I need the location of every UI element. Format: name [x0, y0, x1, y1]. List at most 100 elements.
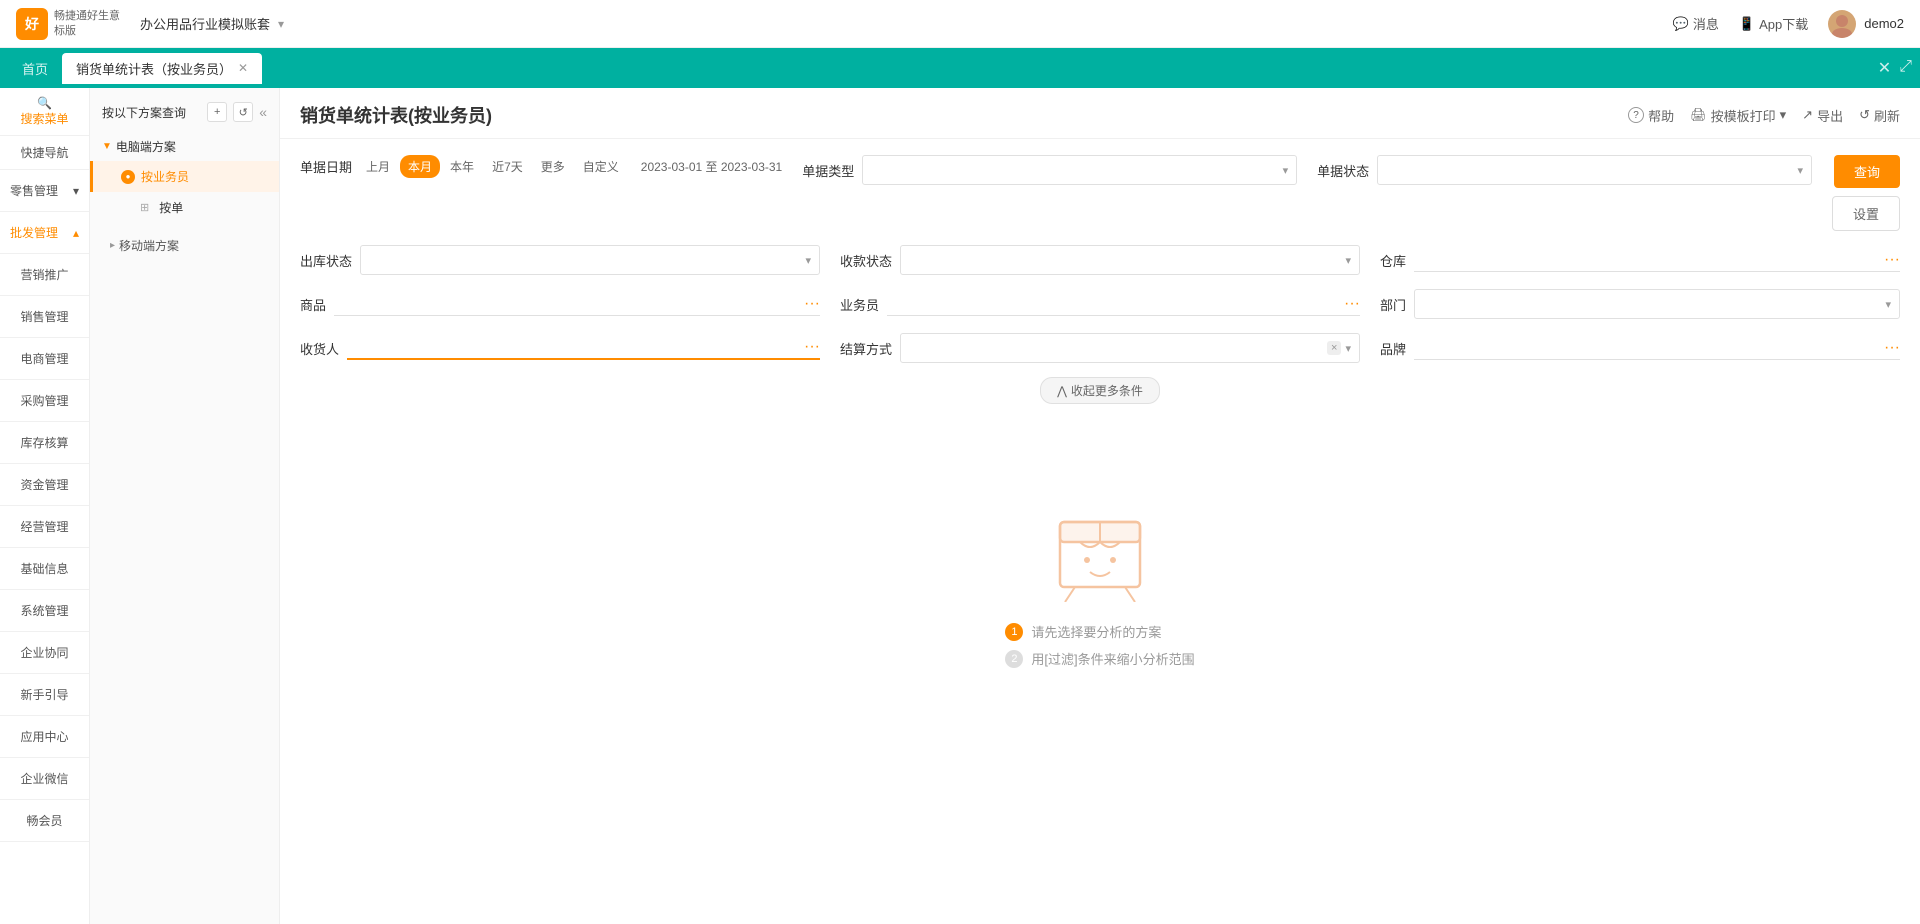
nav-left: 好 畅捷通好生意 标版 办公用品行业模拟账套 ▾ — [16, 8, 284, 40]
sidebar-item-operations[interactable]: 经营管理 — [0, 506, 89, 547]
collect-status-filter: 收款状态 ▾ — [840, 245, 1360, 275]
doc-type-filter: 单据类型 ▾ — [802, 155, 1297, 185]
section-expand-icon: ▼ — [102, 141, 112, 152]
doc-status-label: 单据状态 — [1317, 161, 1369, 180]
date-btn-custom[interactable]: 自定义 — [575, 155, 627, 178]
sidebar-item-ecommerce[interactable]: 电商管理 — [0, 338, 89, 379]
salesperson-input[interactable]: ··· — [887, 293, 1360, 316]
sidebar-item-newbie[interactable]: 新手引导 — [0, 674, 89, 715]
date-btn-this-month[interactable]: 本月 — [400, 155, 440, 178]
doc-type-select[interactable]: ▾ — [862, 155, 1297, 185]
sidebar-section-sales: 销售管理 — [0, 296, 89, 338]
date-range-display: 2023-03-01 至 2023-03-31 — [641, 158, 782, 175]
empty-hints: 1 请先选择要分析的方案 2 用[过滤]条件来缩小分析范围 — [1005, 622, 1194, 668]
refresh-button[interactable]: ↺ 刷新 — [1859, 106, 1900, 125]
sidebar-item-inventory[interactable]: 库存核算 — [0, 422, 89, 463]
sidebar-section-enterprise: 企业协同 — [0, 632, 89, 674]
panel-item-by-order[interactable]: ⊞ 按单 — [90, 192, 279, 223]
dept-chevron: ▾ — [1885, 298, 1891, 311]
doc-status-select[interactable]: ▾ — [1377, 155, 1812, 185]
page-title: 销货单统计表(按业务员) — [300, 102, 492, 128]
nav-dropdown[interactable]: ▾ — [278, 17, 284, 31]
date-btn-last-month[interactable]: 上月 — [358, 155, 398, 178]
empty-state: 1 请先选择要分析的方案 2 用[过滤]条件来缩小分析范围 — [280, 432, 1920, 728]
sidebar-section-newbie: 新手引导 — [0, 674, 89, 716]
date-btn-this-year[interactable]: 本年 — [442, 155, 482, 178]
query-button[interactable]: 查询 — [1834, 155, 1900, 188]
out-status-filter: 出库状态 ▾ — [300, 245, 820, 275]
sidebar-section-finance: 资金管理 — [0, 464, 89, 506]
tab-home[interactable]: 首页 — [8, 53, 62, 84]
page-header: 销货单统计表(按业务员) ? 帮助 🖨 按模板打印 ▾ ↗ 导出 ↺ 刷新 — [280, 88, 1920, 139]
sidebar-section-purchase: 采购管理 — [0, 380, 89, 422]
sidebar-section-wholesale: 批发管理 ▴ — [0, 212, 89, 254]
help-button[interactable]: ? 帮助 — [1628, 106, 1674, 125]
panel-refresh-button[interactable]: ↺ — [233, 102, 253, 122]
sidebar-item-vip[interactable]: 畅会员 — [0, 800, 89, 841]
section-collapse-icon: ▸ — [110, 240, 115, 251]
settle-select[interactable]: × ▾ — [900, 333, 1360, 363]
panel-add-button[interactable]: + — [207, 102, 227, 122]
tab-sales-stat[interactable]: 销货单统计表（按业务员） ✕ — [62, 53, 262, 84]
chevron-down-icon: ▾ — [73, 184, 79, 198]
sidebar: 🔍 搜索菜单 快捷导航 零售管理 ▾ 批发管理 ▴ 营销推广 销售管理 — [0, 88, 90, 924]
search-icon: 🔍 — [6, 96, 83, 110]
sidebar-item-basic[interactable]: 基础信息 — [0, 548, 89, 589]
sidebar-item-system[interactable]: 系统管理 — [0, 590, 89, 631]
collect-status-select[interactable]: ▾ — [900, 245, 1360, 275]
step1-icon: 1 — [1005, 623, 1023, 641]
sidebar-section-system: 系统管理 — [0, 590, 89, 632]
settle-filter: 结算方式 × ▾ — [840, 333, 1360, 363]
date-btn-more[interactable]: 更多 — [533, 155, 573, 178]
dept-select[interactable]: ▾ — [1414, 289, 1900, 319]
sidebar-item-retail[interactable]: 零售管理 ▾ — [0, 170, 89, 211]
sidebar-item-marketing[interactable]: 营销推广 — [0, 254, 89, 295]
collect-status-label: 收款状态 — [840, 251, 892, 270]
sidebar-item-wholesale[interactable]: 批发管理 ▴ — [0, 212, 89, 253]
sidebar-item-apps[interactable]: 应用中心 — [0, 716, 89, 757]
panel-collapse-button[interactable]: « — [259, 104, 267, 120]
receiver-input[interactable]: ··· — [347, 336, 820, 360]
sidebar-item-wechat[interactable]: 企业微信 — [0, 758, 89, 799]
dept-label: 部门 — [1380, 295, 1406, 314]
panel-header-actions: + ↺ « — [207, 102, 267, 122]
panel-item-by-salesperson[interactable]: ● 按业务员 — [90, 161, 279, 192]
sidebar-search[interactable]: 🔍 搜索菜单 — [0, 88, 89, 136]
settle-clear-icon[interactable]: × — [1327, 341, 1341, 355]
panel-section-desktop-title[interactable]: ▼ 电脑端方案 — [90, 132, 279, 161]
app-download-button[interactable]: 📱 App下载 — [1739, 14, 1808, 33]
out-status-select[interactable]: ▾ — [360, 245, 820, 275]
sidebar-quick-nav[interactable]: 快捷导航 — [0, 136, 89, 170]
brand-dots: ··· — [1884, 339, 1900, 357]
maximize-icon[interactable]: ⤢ — [1899, 58, 1912, 78]
sidebar-item-sales[interactable]: 销售管理 — [0, 296, 89, 337]
sidebar-section-apps: 应用中心 — [0, 716, 89, 758]
tab-close-icon[interactable]: ✕ — [238, 61, 248, 75]
goods-input[interactable]: ··· — [334, 293, 820, 316]
settings-button[interactable]: 设置 — [1832, 196, 1900, 231]
chevron-up-icon: ▴ — [73, 226, 79, 240]
sidebar-section-wechat: 企业微信 — [0, 758, 89, 800]
sidebar-section-inventory: 库存核算 — [0, 422, 89, 464]
collapse-more-button[interactable]: ⋀ 收起更多条件 — [1040, 377, 1160, 404]
brand-label: 品牌 — [1380, 339, 1406, 358]
warehouse-input[interactable]: ··· — [1414, 249, 1900, 272]
sidebar-item-finance[interactable]: 资金管理 — [0, 464, 89, 505]
panel-section-mobile-title[interactable]: ▸ 移动端方案 — [90, 231, 279, 260]
export-icon: ↗ — [1802, 107, 1813, 123]
doc-type-label: 单据类型 — [802, 161, 854, 180]
message-button[interactable]: 💬 消息 — [1673, 14, 1719, 33]
export-button[interactable]: ↗ 导出 — [1802, 106, 1843, 125]
empty-hint-2: 2 用[过滤]条件来缩小分析范围 — [1005, 649, 1194, 668]
print-button[interactable]: 🖨 按模板打印 ▾ — [1690, 106, 1786, 125]
user-menu[interactable]: demo2 — [1828, 10, 1904, 38]
sidebar-item-enterprise[interactable]: 企业协同 — [0, 632, 89, 673]
sidebar-item-purchase[interactable]: 采购管理 — [0, 380, 89, 421]
mobile-icon: 📱 — [1739, 16, 1755, 32]
date-btn-7days[interactable]: 近7天 — [484, 155, 531, 178]
brand-filter: 品牌 ··· — [1380, 337, 1900, 360]
brand-input[interactable]: ··· — [1414, 337, 1900, 360]
print-icon: 🖨 — [1690, 107, 1707, 123]
close-window-icon[interactable]: ✕ — [1878, 58, 1891, 78]
logo-icon: 好 — [16, 8, 48, 40]
